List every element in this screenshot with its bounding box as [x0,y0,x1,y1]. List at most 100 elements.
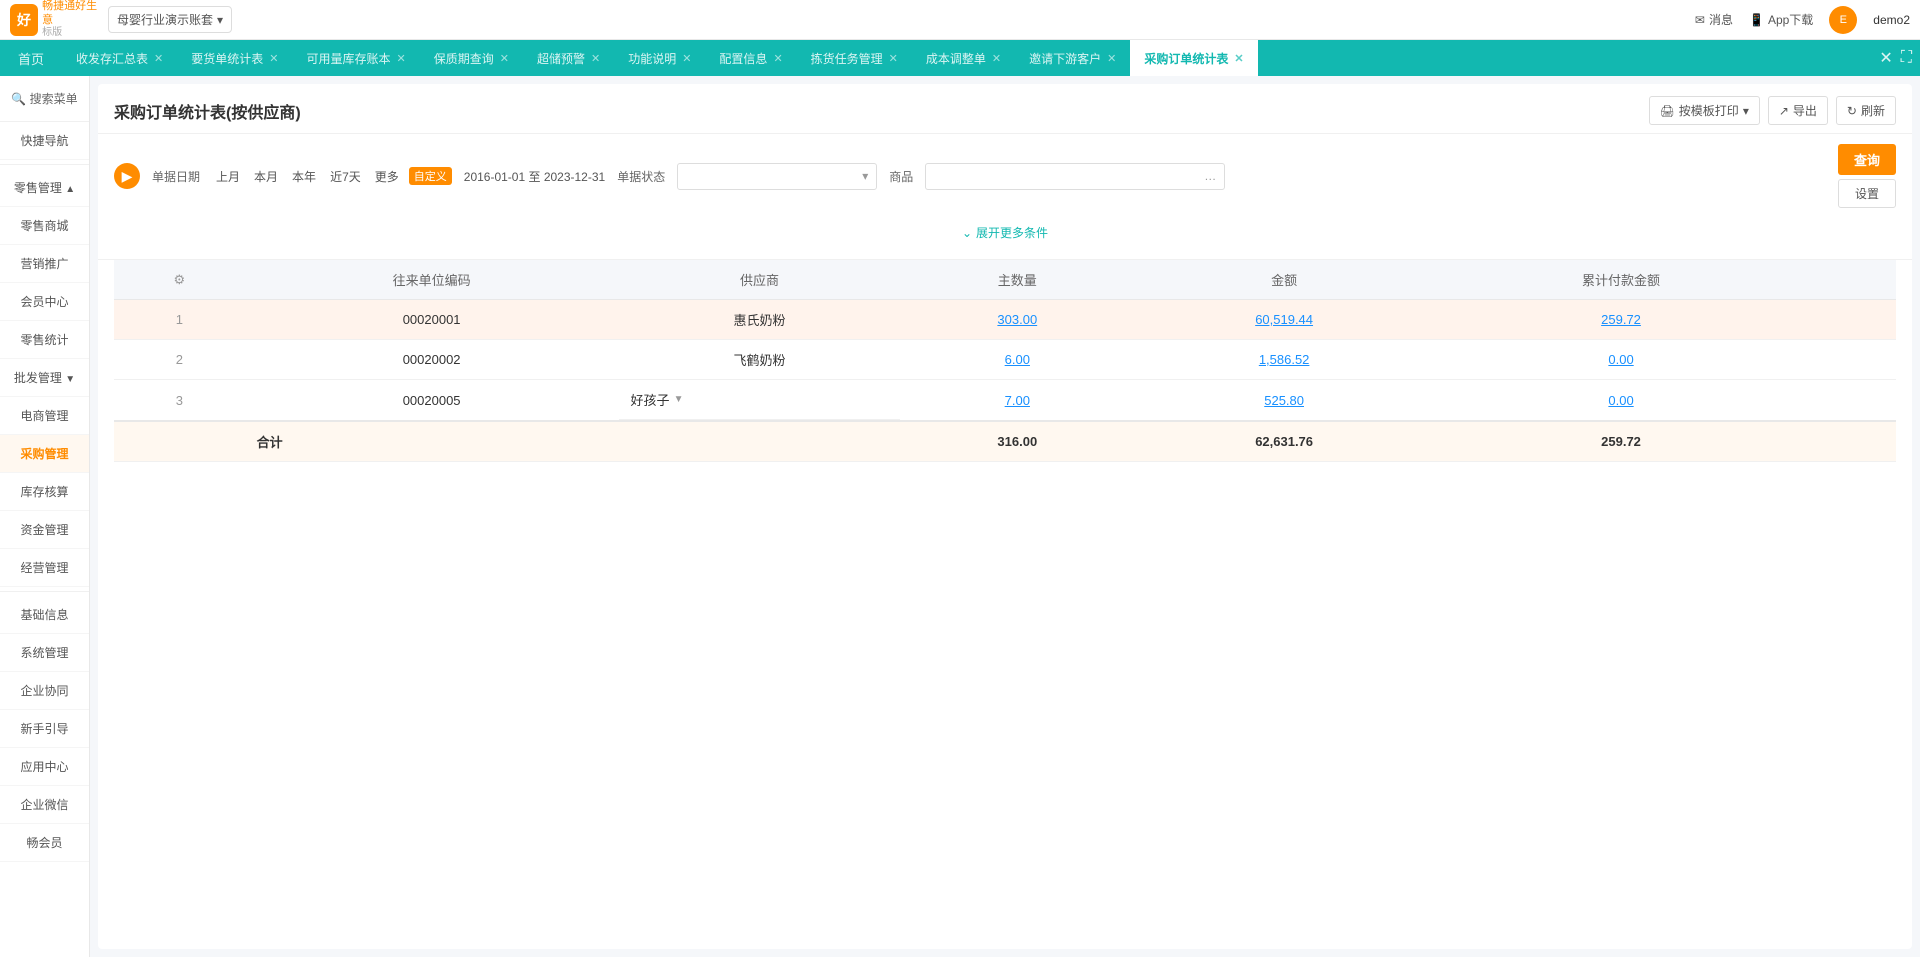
table-area: ⚙ 往来单位编码 供应商 主数量 金额 累计付款金额 1 00020001 [98,260,1912,949]
close-icon[interactable]: ✕ [682,52,691,65]
print-btn[interactable]: 🖨 按模板打印 ▾ [1649,96,1760,125]
tab-caigou[interactable]: 采购订单统计表 ✕ [1130,40,1257,76]
top-bar-right: ✉ 消息 📱 App下载 E demo2 [1695,6,1910,34]
maximize-icon[interactable]: ⛶ [1901,49,1912,67]
tab-chengben[interactable]: 成本调整单 ✕ [912,40,1015,76]
query-btn-area: 查询 设置 [1838,144,1896,208]
sidebar-item-marketing[interactable]: 营销推广 [0,245,89,283]
workspace-selector[interactable]: 母婴行业演示账套 ▾ [108,6,232,33]
close-icon[interactable]: ✕ [889,52,898,65]
cell-amount[interactable]: 1,586.52 [1134,340,1434,380]
sidebar-item-retail[interactable]: 零售管理 ▲ [0,169,89,207]
sidebar-item-enterprise[interactable]: 企业协同 [0,672,89,710]
close-icon[interactable]: ✕ [1234,52,1243,65]
close-window-icon[interactable]: ✕ [1879,48,1892,68]
close-icon[interactable]: ✕ [269,52,278,65]
tab-yaohuo[interactable]: 要货单统计表 ✕ [177,40,292,76]
cell-supplier: 飞鹤奶粉 [619,340,901,380]
table-row: 3 00020005 好孩子 ▼ 7.00 525.80 0.00 [114,380,1896,422]
row-num: 3 [114,380,245,422]
sidebar-item-system[interactable]: 系统管理 [0,634,89,672]
sidebar-item-operation[interactable]: 经营管理 [0,549,89,587]
cell-amount[interactable]: 525.80 [1134,380,1434,422]
tab-keyongliang[interactable]: 可用量库存账本 ✕ [292,40,419,76]
sidebar-item-newuser[interactable]: 新手引导 [0,710,89,748]
tab-yaoqing[interactable]: 邀请下游客户 ✕ [1015,40,1130,76]
shortcut-last-month[interactable]: 上月 [212,166,244,187]
chevron-down-icon: ⌄ [962,226,972,240]
sidebar-item-vip[interactable]: 畅会员 [0,824,89,862]
footer-empty [114,421,245,462]
refresh-btn[interactable]: ↻ 刷新 [1836,96,1896,125]
tab-home[interactable]: 首页 [0,40,62,76]
page-actions: 🖨 按模板打印 ▾ ↗ 导出 ↻ 刷新 [1649,96,1896,125]
row-num: 2 [114,340,245,380]
table-header-row: ⚙ 往来单位编码 供应商 主数量 金额 累计付款金额 [114,260,1896,300]
shortcut-this-year[interactable]: 本年 [288,166,320,187]
col-settings[interactable]: ⚙ [114,260,245,300]
message-btn[interactable]: ✉ 消息 [1695,11,1733,28]
tab-shoufahui[interactable]: 收发存汇总表 ✕ [62,40,177,76]
cell-qty[interactable]: 6.00 [900,340,1134,380]
cell-paid[interactable]: 0.00 [1434,340,1808,380]
sidebar-item-basic[interactable]: 基础信息 [0,596,89,634]
cell-extra [1808,300,1896,340]
expand-more-btn[interactable]: ⌄ 展开更多条件 [962,224,1048,241]
sidebar-item-retail-stat[interactable]: 零售统计 [0,321,89,359]
close-icon[interactable]: ✕ [154,52,163,65]
sidebar-item-retail-shop[interactable]: 零售商城 [0,207,89,245]
close-icon[interactable]: ✕ [773,52,782,65]
shortcut-7days[interactable]: 近7天 [326,166,365,187]
filter-toggle-btn[interactable]: ▶ [114,163,140,189]
chevron-down-icon: ▾ [217,13,223,27]
sidebar-item-appcenter[interactable]: 应用中心 [0,748,89,786]
sidebar-item-member[interactable]: 会员中心 [0,283,89,321]
app-download-btn[interactable]: 📱 App下载 [1749,11,1813,28]
sidebar-item-ecommerce[interactable]: 电商管理 [0,397,89,435]
close-icon[interactable]: ✕ [500,52,509,65]
col-amount: 金额 [1134,260,1434,300]
more-icon: … [1204,169,1216,183]
close-icon[interactable]: ✕ [591,52,600,65]
expand-icon[interactable]: ▼ [674,394,684,405]
user-name[interactable]: demo2 [1873,13,1910,27]
content-area: 采购订单统计表(按供应商) 🖨 按模板打印 ▾ ↗ 导出 ↻ 刷新 [90,76,1920,957]
close-icon[interactable]: ✕ [992,52,1001,65]
close-icon[interactable]: ✕ [397,52,406,65]
tab-baoquan[interactable]: 保质期查询 ✕ [420,40,523,76]
status-select[interactable]: ▾ [677,163,877,190]
goods-input[interactable]: … [925,163,1225,190]
page-header: 采购订单统计表(按供应商) 🖨 按模板打印 ▾ ↗ 导出 ↻ 刷新 [98,84,1912,134]
avatar: E [1829,6,1857,34]
col-qty: 主数量 [900,260,1134,300]
cell-amount[interactable]: 60,519.44 [1134,300,1434,340]
close-icon[interactable]: ✕ [1107,52,1116,65]
settings-icon[interactable]: ⚙ [174,272,186,287]
footer-supplier [619,421,901,462]
tab-gongneng[interactable]: 功能说明 ✕ [614,40,705,76]
query-btn[interactable]: 查询 [1838,144,1896,175]
shortcut-this-month[interactable]: 本月 [250,166,282,187]
settings-btn[interactable]: 设置 [1838,179,1896,208]
tab-peizhi[interactable]: 配置信息 ✕ [705,40,796,76]
sidebar-item-wechat[interactable]: 企业微信 [0,786,89,824]
col-extra [1808,260,1896,300]
col-code: 往来单位编码 [245,260,619,300]
tab-pihuo[interactable]: 拣货任务管理 ✕ [797,40,912,76]
chevron-icon: ▲ [65,184,75,195]
sidebar-item-inventory[interactable]: 库存核算 [0,473,89,511]
cell-qty[interactable]: 7.00 [900,380,1134,422]
tab-chaochu[interactable]: 超储预警 ✕ [523,40,614,76]
sidebar-item-finance[interactable]: 资金管理 [0,511,89,549]
sidebar-item-quick-nav[interactable]: 快捷导航 [0,122,89,160]
sidebar-item-wholesale[interactable]: 批发管理 ▼ [0,359,89,397]
sidebar-item-purchase[interactable]: 采购管理 [0,435,89,473]
shortcut-more[interactable]: 更多 [371,166,403,187]
search-menu-btn[interactable]: 🔍 搜索菜单 [6,84,83,113]
cell-paid[interactable]: 0.00 [1434,380,1808,422]
export-btn[interactable]: ↗ 导出 [1768,96,1828,125]
page-title: 采购订单统计表(按供应商) [114,99,301,123]
custom-badge[interactable]: 自定义 [409,167,452,185]
cell-paid[interactable]: 259.72 [1434,300,1808,340]
cell-qty[interactable]: 303.00 [900,300,1134,340]
